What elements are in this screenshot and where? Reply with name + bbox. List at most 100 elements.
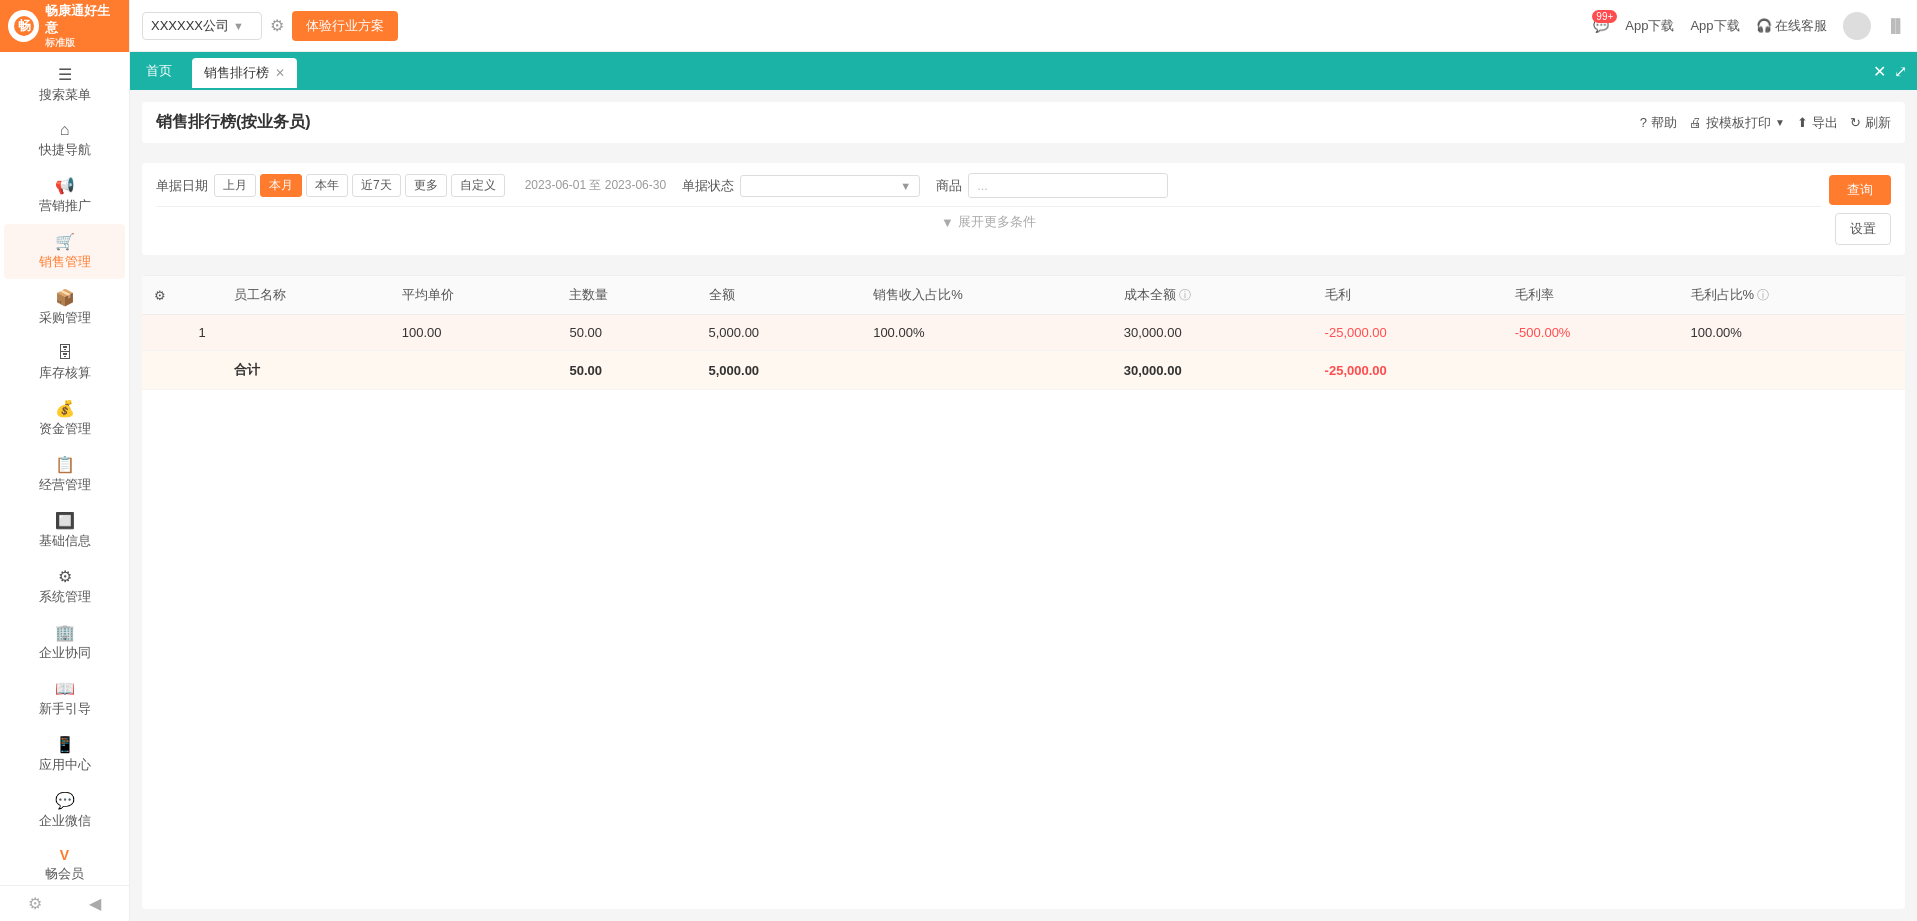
avatar [1843,12,1871,40]
refresh-icon: ↻ [1850,115,1861,130]
print-btn[interactable]: 🖨 按模板打印 ▼ [1689,114,1785,132]
footer-cost: 30,000.00 [1112,351,1313,390]
sidebar-logo: 畅 畅康通好生意 标准版 [0,0,129,52]
sidebar-item-enterprise[interactable]: 🏢 企业协同 [4,615,125,670]
row-gross-rate: -500.00% [1503,315,1679,351]
sidebar: 畅 畅康通好生意 标准版 ☰ 搜索菜单 ⌂ 快捷导航 📢 营销推广 🛒 销售管理… [0,0,130,921]
row-sales-pct: 100.00% [861,315,1112,351]
sidebar-collapse-btn[interactable]: ◀ [89,894,101,913]
content-area: 销售排行榜(按业务员) ? 帮助 🖨 按模板打印 ▼ ⬆ 导出 [130,90,1917,921]
sidebar-item-search-order[interactable]: ☰ 搜索菜单 [4,57,125,112]
footer-gross-pct [1679,351,1905,390]
goods-input-placeholder: ... [977,178,988,193]
online-service-label: 在线客服 [1775,17,1827,35]
expand-btn[interactable]: ▼ 展开更多条件 [941,213,1036,231]
sidebar-item-marketing[interactable]: 📢 营销推广 [4,168,125,223]
export-icon: ⬆ [1797,115,1808,130]
date-filter-btns: 上月 本月 本年 近7天 更多 自定义 [214,174,505,197]
username-label: ▐▌ [1887,18,1905,33]
export-btn[interactable]: ⬆ 导出 [1797,114,1838,132]
query-btn[interactable]: 查询 [1829,175,1891,205]
basic-info-icon: 🔲 [55,511,75,530]
data-table: ⚙ 员工名称 平均单价 主数量 全额 销售收入占比% 成本全额 ⓘ [142,275,1905,390]
main-area: XXXXXX公司 ▼ ⚙ 体验行业方案 💬 99+ App下载 App下载 🎧 … [130,0,1917,921]
app-download-btn[interactable]: App下载 [1625,17,1674,35]
trial-btn[interactable]: 体验行业方案 [292,11,398,41]
app-center-icon: 📱 [55,735,75,754]
date-btn-this-month[interactable]: 本月 [260,174,302,197]
sidebar-item-finance[interactable]: 💰 资金管理 [4,391,125,446]
filter-expand: ▼ 展开更多条件 [156,206,1821,231]
tabbar: 首页 销售排行榜 ✕ ✕ ⤢ [130,52,1917,90]
th-avg-price: 平均单价 [390,276,558,315]
status-select-chevron-icon: ▼ [900,180,911,192]
enterprise-icon: 🏢 [55,623,75,642]
date-btn-7days[interactable]: 近7天 [352,174,401,197]
date-filter-group: 单据日期 上月 本月 本年 近7天 更多 自定义 [156,174,505,197]
gross-pct-help-icon[interactable]: ⓘ [1757,287,1769,304]
date-btn-this-year[interactable]: 本年 [306,174,348,197]
sidebar-nav: ☰ 搜索菜单 ⌂ 快捷导航 📢 营销推广 🛒 销售管理 📦 采购管理 🗄 库存核… [0,52,129,885]
row-gross-pct: 100.00% [1679,315,1905,351]
footer-settings [142,351,182,390]
print-chevron-icon: ▼ [1775,117,1785,128]
row-main-qty: 50.00 [557,315,696,351]
sidebar-item-guide[interactable]: 📖 新手引导 [4,671,125,726]
window-expand-btn[interactable]: ⤢ [1894,62,1907,81]
status-select[interactable]: ▼ [740,175,920,197]
tab-close-icon[interactable]: ✕ [275,66,285,80]
sidebar-item-inventory[interactable]: 🗄 库存核算 [4,336,125,390]
sidebar-item-wechat[interactable]: 💬 企业微信 [4,783,125,838]
help-btn[interactable]: ? 帮助 [1640,114,1677,132]
row-rank: 1 [182,315,222,351]
marketing-icon: 📢 [55,176,75,195]
sidebar-item-member[interactable]: V 畅会员 [4,839,125,885]
filter-row: 单据日期 上月 本月 本年 近7天 更多 自定义 [156,173,1821,198]
footer-gross: -25,000.00 [1313,351,1503,390]
logo-icon: 畅 [8,10,39,42]
sidebar-item-sales[interactable]: 🛒 销售管理 [4,224,125,279]
sidebar-settings-btn[interactable]: ⚙ [28,894,42,913]
message-btn[interactable]: 💬 99+ [1593,18,1609,33]
sidebar-item-basic-info[interactable]: 🔲 基础信息 [4,503,125,558]
inventory-icon: 🗄 [57,344,73,362]
footer-rank [182,351,222,390]
company-chevron-icon: ▼ [233,20,244,32]
sidebar-item-app-center[interactable]: 📱 应用中心 [4,727,125,782]
date-btn-more[interactable]: 更多 [405,174,447,197]
th-rank [182,276,222,315]
goods-input[interactable]: ... [968,173,1168,198]
company-selector[interactable]: XXXXXX公司 ▼ [142,12,262,40]
settings-btn[interactable]: 设置 [1835,213,1891,245]
date-btn-custom[interactable]: 自定义 [451,174,505,197]
app-download-label[interactable]: App下载 [1690,17,1739,35]
window-close-btn[interactable]: ✕ [1873,62,1886,81]
sidebar-item-purchase[interactable]: 📦 采购管理 [4,280,125,335]
sidebar-item-operations[interactable]: 📋 经营管理 [4,447,125,502]
table-row: 1 100.00 50.00 5,000.00 100.00% 30,000.0… [142,315,1905,351]
footer-label: 合计 [222,351,390,390]
cost-help-icon[interactable]: ⓘ [1179,287,1191,304]
sidebar-item-quick-nav[interactable]: ⌂ 快捷导航 [4,113,125,167]
print-icon: 🖨 [1689,115,1702,130]
svg-text:畅: 畅 [17,18,30,33]
date-filter-label: 单据日期 [156,177,208,195]
page-title: 销售排行榜(按业务员) [156,112,311,133]
tab-home[interactable]: 首页 [130,52,188,90]
row-gross: -25,000.00 [1313,315,1503,351]
row-employee [222,315,390,351]
topbar-settings-icon[interactable]: ⚙ [270,16,284,35]
th-main-qty: 主数量 [557,276,696,315]
tab-sales-ranking[interactable]: 销售排行榜 ✕ [192,58,297,88]
row-amount: 5,000.00 [697,315,862,351]
th-gross-pct: 毛利占比% ⓘ [1679,276,1905,315]
sidebar-item-system[interactable]: ⚙ 系统管理 [4,559,125,614]
row-cost: 30,000.00 [1112,315,1313,351]
date-btn-last-month[interactable]: 上月 [214,174,256,197]
filter-query-area: 单据日期 上月 本月 本年 近7天 更多 自定义 [156,173,1891,245]
refresh-btn[interactable]: ↻ 刷新 [1850,114,1891,132]
footer-avg-price [390,351,558,390]
filter-inputs-area: 单据日期 上月 本月 本年 近7天 更多 自定义 [156,173,1821,245]
online-service-btn[interactable]: 🎧 在线客服 [1756,17,1827,35]
th-settings[interactable]: ⚙ [142,276,182,315]
